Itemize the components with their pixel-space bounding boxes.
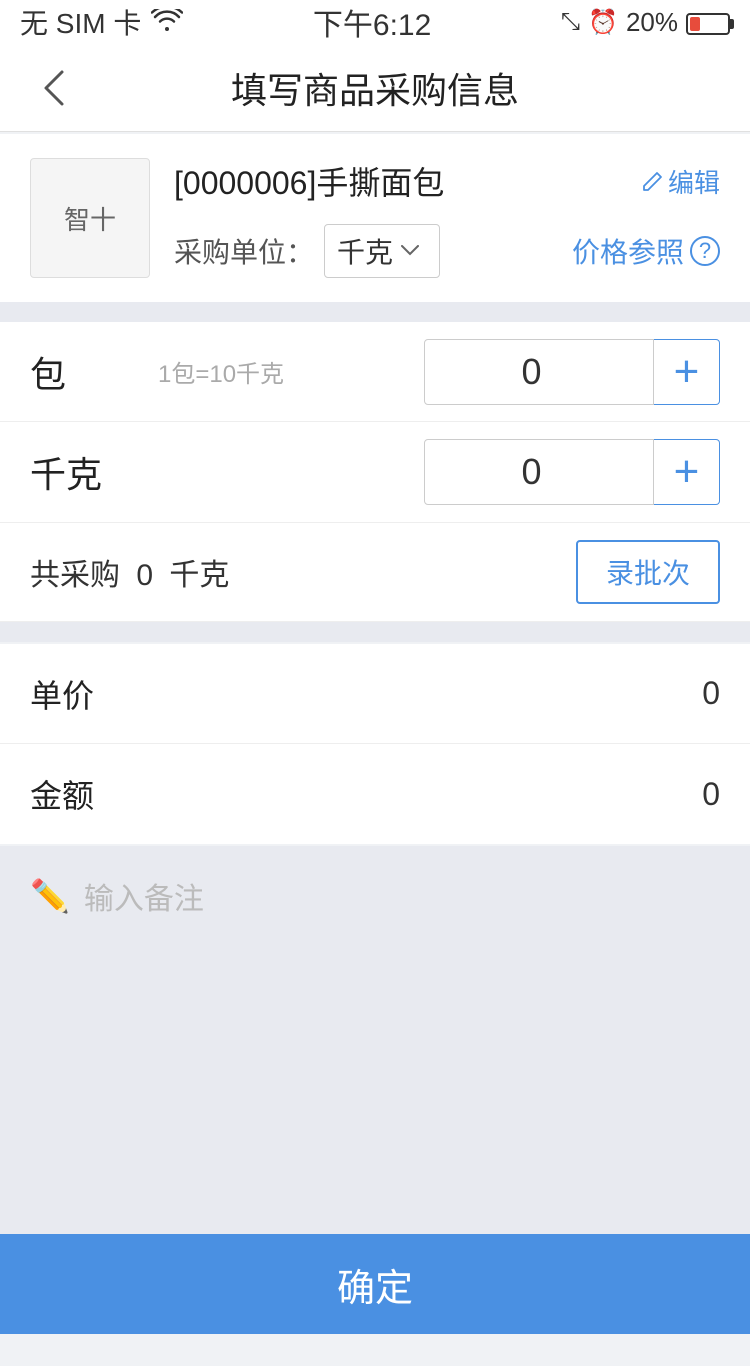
- bag-plus-button[interactable]: +: [654, 339, 720, 405]
- kg-input-control: +: [424, 439, 720, 505]
- product-logo: 智十: [64, 200, 116, 237]
- bag-input-control: +: [424, 339, 720, 405]
- content-filler: [0, 946, 750, 1266]
- unit-select[interactable]: 千克: [324, 224, 440, 278]
- product-name: [0000006]手撕面包: [174, 158, 444, 204]
- page-title: 填写商品采购信息: [231, 62, 519, 114]
- unit-price-label: 单价: [30, 671, 94, 717]
- back-button[interactable]: [24, 58, 84, 118]
- unit-price-row: 单价 0: [0, 644, 750, 744]
- bag-sublabel: 1包=10千克: [158, 354, 284, 389]
- kg-quantity-input[interactable]: [424, 439, 654, 505]
- summary-row: 共采购 0 千克 录批次: [0, 522, 750, 622]
- note-placeholder: 输入备注: [84, 874, 204, 918]
- bag-label: 包: [30, 346, 150, 398]
- status-right: ⤡ ⏰ 20%: [561, 7, 730, 38]
- kg-label: 千克: [30, 446, 150, 498]
- alarm-icon: ⏰: [588, 8, 618, 37]
- summary-text: 共采购 0 千克: [30, 550, 229, 594]
- summary-value: 0: [136, 559, 153, 592]
- batch-button[interactable]: 录批次: [576, 540, 720, 604]
- status-time: 下午6:12: [313, 0, 431, 44]
- help-icon: ?: [690, 236, 720, 266]
- divider-top: [0, 302, 750, 322]
- divider-middle: [0, 622, 750, 642]
- location-icon: ⤡: [561, 8, 580, 36]
- price-section: 单价 0 金额 0: [0, 644, 750, 844]
- nav-bar: 填写商品采购信息: [0, 44, 750, 132]
- amount-value: 0: [702, 776, 720, 813]
- battery-text: 20%: [626, 7, 678, 38]
- kg-row: 千克 +: [0, 422, 750, 522]
- unit-price-value: 0: [702, 675, 720, 712]
- product-info: [0000006]手撕面包 编辑 采购单位： 千克 价格参照: [174, 158, 720, 278]
- sim-label: 无 SIM 卡: [20, 2, 141, 42]
- amount-label: 金额: [30, 771, 94, 817]
- battery-icon: [686, 7, 730, 38]
- product-thumbnail: 智十: [30, 158, 150, 278]
- confirm-label: 确定: [337, 1257, 413, 1312]
- product-card: 智十 [0000006]手撕面包 编辑 采购单位： 千克: [0, 134, 750, 302]
- status-bar: 无 SIM 卡 下午6:12 ⤡ ⏰ 20%: [0, 0, 750, 44]
- confirm-button[interactable]: 确定: [0, 1234, 750, 1334]
- bag-quantity-input[interactable]: [424, 339, 654, 405]
- unit-label: 采购单位：: [174, 231, 314, 271]
- status-left: 无 SIM 卡: [20, 2, 183, 42]
- price-reference-button[interactable]: 价格参照 ?: [572, 231, 720, 271]
- wifi-icon: [151, 6, 183, 38]
- pencil-icon: ✏️: [30, 877, 70, 915]
- input-section: 包 1包=10千克 + 千克 +: [0, 322, 750, 522]
- amount-row: 金额 0: [0, 744, 750, 844]
- edit-button[interactable]: 编辑: [642, 163, 720, 200]
- kg-plus-button[interactable]: +: [654, 439, 720, 505]
- note-section[interactable]: ✏️ 输入备注: [0, 846, 750, 946]
- bag-row: 包 1包=10千克 +: [0, 322, 750, 422]
